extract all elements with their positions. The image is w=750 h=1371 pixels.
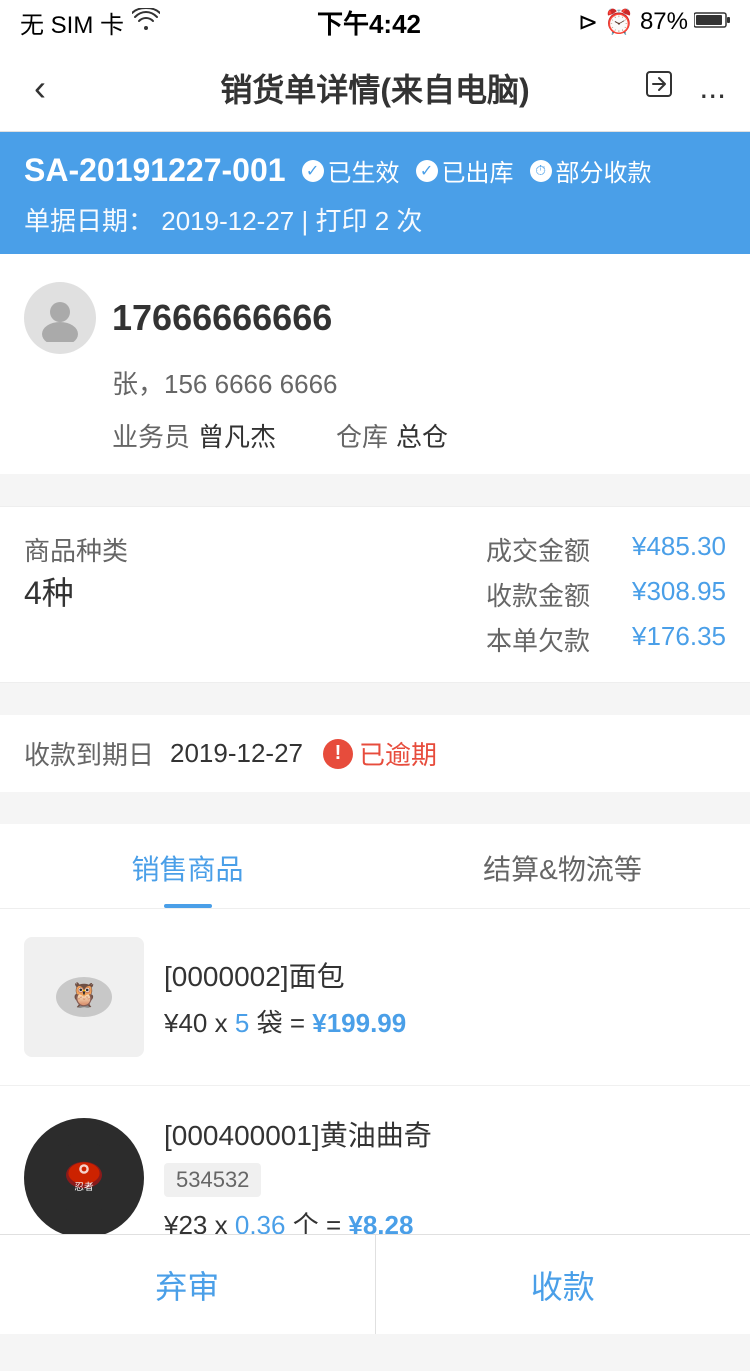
due-date-card: 收款到期日 2019-12-27 ! 已逾期 xyxy=(0,715,750,792)
customer-card: 17666666666 张，156 6666 6666 业务员 曾凡杰 仓库 总… xyxy=(0,254,750,474)
amount-line-1: 成交金额 ¥485.30 xyxy=(486,531,726,568)
share-icon[interactable] xyxy=(643,68,675,108)
svg-text:忍者: 忍者 xyxy=(74,1182,94,1193)
category-value: 4种 xyxy=(24,568,128,614)
staff-value: 曾凡杰 xyxy=(198,417,276,454)
avatar xyxy=(24,282,96,354)
warehouse-value: 总仓 xyxy=(396,417,448,454)
confirm-button[interactable]: 收款 xyxy=(376,1235,750,1334)
staff-label: 业务员 xyxy=(112,417,190,454)
customer-phone: 17666666666 xyxy=(112,297,332,339)
date-value: 2019-12-27 xyxy=(161,206,294,236)
svg-text:🦉: 🦉 xyxy=(69,982,99,1009)
product-info-1: [0000002]面包 ¥40 x 5 袋 = ¥199.99 xyxy=(164,955,726,1040)
battery-icon xyxy=(694,8,730,36)
check-icon-2: ✓ xyxy=(416,160,438,182)
location-icon: ⊳ xyxy=(578,8,598,37)
amount-label-1: 成交金额 xyxy=(486,531,590,568)
staff-meta: 业务员 曾凡杰 xyxy=(112,417,276,454)
summary-card: 商品种类 4种 成交金额 ¥485.30 收款金额 ¥308.95 本单欠款 ¥… xyxy=(0,506,750,683)
tabs: 销售商品 结算&物流等 xyxy=(0,824,750,909)
badge-shipped: ✓ 已出库 xyxy=(416,153,514,188)
back-button[interactable]: ‹ xyxy=(24,57,56,119)
check-icon-1: ✓ xyxy=(302,160,324,182)
amount-value-3: ¥176.35 xyxy=(606,621,726,658)
alarm-icon: ⏰ xyxy=(604,8,634,37)
warehouse-label: 仓库 xyxy=(336,417,388,454)
overdue-badge: ! 已逾期 xyxy=(323,735,437,772)
product-name-2: [000400001]黄油曲奇 xyxy=(164,1114,726,1154)
status-badges: ✓ 已生效 ✓ 已出库 ⏱ 部分收款 xyxy=(302,153,652,188)
due-label: 收款到期日 xyxy=(24,735,154,772)
product-image-2: 忍者 xyxy=(24,1118,144,1238)
tab-settlement[interactable]: 结算&物流等 xyxy=(375,824,750,908)
print-info: 打印 2 次 xyxy=(315,206,422,236)
warehouse-meta: 仓库 总仓 xyxy=(336,417,448,454)
overdue-text: 已逾期 xyxy=(359,735,437,772)
amount-value-2: ¥308.95 xyxy=(606,576,726,613)
banner-date-row: 单据日期： 2019-12-27 | 打印 2 次 xyxy=(24,201,726,238)
amount-line-2: 收款金额 ¥308.95 xyxy=(486,576,726,613)
product-list: 🦉 [0000002]面包 ¥40 x 5 袋 = ¥199.99 xyxy=(0,909,750,1271)
print-separator: | xyxy=(301,206,315,236)
page-title: 销货单详情(来自电脑) xyxy=(220,65,529,111)
more-icon[interactable]: ... xyxy=(699,69,726,106)
product-info-2: [000400001]黄油曲奇 534532 ¥23 x 0.36 个 = ¥8… xyxy=(164,1114,726,1242)
amount-label-3: 本单欠款 xyxy=(486,621,590,658)
list-item: 🦉 [0000002]面包 ¥40 x 5 袋 = ¥199.99 xyxy=(0,909,750,1086)
nav-bar: ‹ 销货单详情(来自电脑) ... xyxy=(0,44,750,132)
summary-left: 商品种类 4种 xyxy=(24,531,128,614)
product-image-1: 🦉 xyxy=(24,937,144,1057)
tab-products[interactable]: 销售商品 xyxy=(0,824,375,908)
banner-row1: SA-20191227-001 ✓ 已生效 ✓ 已出库 ⏱ 部分收款 xyxy=(24,152,726,189)
product-sku-2: 534532 xyxy=(164,1163,261,1197)
wifi-icon xyxy=(132,8,160,37)
summary-right: 成交金额 ¥485.30 收款金额 ¥308.95 本单欠款 ¥176.35 xyxy=(486,531,726,658)
status-time: 下午4:42 xyxy=(317,4,421,41)
due-value: 2019-12-27 xyxy=(170,738,303,769)
status-left: 无 SIM 卡 xyxy=(20,5,160,40)
summary-row: 商品种类 4种 成交金额 ¥485.30 收款金额 ¥308.95 本单欠款 ¥… xyxy=(24,531,726,658)
amount-label-2: 收款金额 xyxy=(486,576,590,613)
status-bar: 无 SIM 卡 下午4:42 ⊳ ⏰ 87% xyxy=(0,0,750,44)
overdue-icon: ! xyxy=(323,739,353,769)
header-banner: SA-20191227-001 ✓ 已生效 ✓ 已出库 ⏱ 部分收款 单据日期：… xyxy=(0,132,750,254)
nav-actions: ... xyxy=(643,68,726,108)
category-label: 商品种类 xyxy=(24,531,128,568)
badge-partial: ⏱ 部分收款 xyxy=(530,153,652,188)
customer-meta: 业务员 曾凡杰 仓库 总仓 xyxy=(112,417,726,454)
product-name-1: [0000002]面包 xyxy=(164,955,726,995)
clock-icon: ⏱ xyxy=(530,160,552,182)
no-sim-text: 无 SIM 卡 xyxy=(20,5,124,40)
amount-value-1: ¥485.30 xyxy=(606,531,726,568)
bottom-bar: 弃审 收款 xyxy=(0,1234,750,1334)
customer-row1: 17666666666 xyxy=(24,282,726,354)
status-right: ⊳ ⏰ 87% xyxy=(578,8,730,37)
battery-text: 87% xyxy=(640,8,688,36)
badge-effective: ✓ 已生效 xyxy=(302,153,400,188)
date-label: 单据日期： xyxy=(24,206,154,236)
product-price-1: ¥40 x 5 袋 = ¥199.99 xyxy=(164,1003,726,1040)
order-id: SA-20191227-001 xyxy=(24,152,286,189)
cancel-button[interactable]: 弃审 xyxy=(0,1235,376,1334)
customer-sub: 张，156 6666 6666 xyxy=(112,364,726,401)
amount-line-3: 本单欠款 ¥176.35 xyxy=(486,621,726,658)
